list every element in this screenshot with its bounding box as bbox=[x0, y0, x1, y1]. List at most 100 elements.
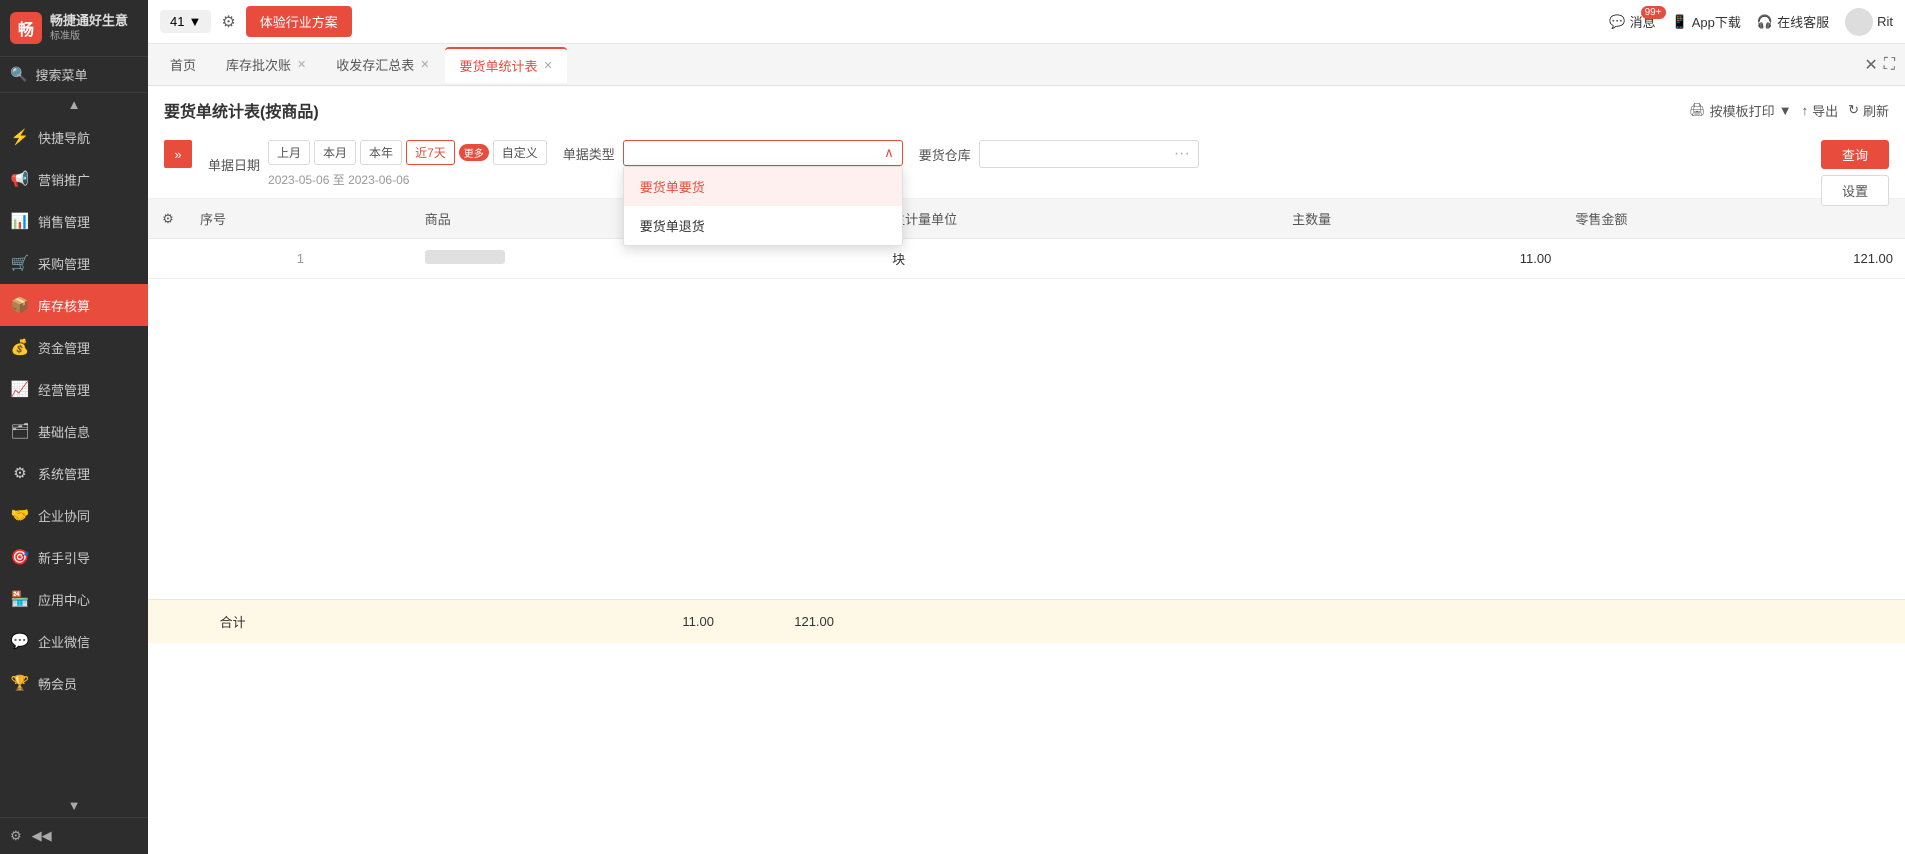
this-month-button[interactable]: 本月 bbox=[314, 140, 356, 165]
sidebar: 畅 畅捷通好生意 标准版 🔍 搜索菜单 ▲ ⚡ 快捷导航 📢 营销推广 📊 销售… bbox=[0, 0, 148, 854]
caigou-icon: 🛒 bbox=[10, 253, 30, 273]
fullscreen-button[interactable]: ⛶ bbox=[1884, 56, 1895, 74]
refresh-icon: ↻ bbox=[1848, 102, 1859, 118]
filter-area: » 单据日期 上月 本月 本年 近7天 更多 自定义 2023-05-06 至 … bbox=[148, 130, 1905, 199]
sidebar-item-kucun[interactable]: 📦 库存核算 bbox=[0, 284, 148, 326]
scroll-up-arrow[interactable]: ▲ bbox=[0, 93, 148, 116]
type-select-box[interactable]: ∧ bbox=[623, 140, 903, 166]
type-filter-group: 单据类型 ∧ 要货单要货 要货单退货 bbox=[563, 140, 903, 166]
filter-expand-button[interactable]: » bbox=[164, 140, 192, 168]
sidebar-item-caigou[interactable]: 🛒 采购管理 bbox=[0, 242, 148, 284]
print-template-button[interactable]: 🖨 按模板打印 ▼ bbox=[1689, 101, 1791, 120]
refresh-button[interactable]: ↻ 刷新 bbox=[1848, 101, 1889, 120]
sidebar-item-qiye[interactable]: 🤝 企业协同 bbox=[0, 494, 148, 536]
filter-action-buttons: 查询 设置 bbox=[1821, 140, 1889, 206]
online-service-label: 在线客服 bbox=[1777, 12, 1829, 31]
sidebar-item-huiyuan[interactable]: 🏆 畅会员 bbox=[0, 662, 148, 704]
table-wrapper: ⚙ 序号 商品 主计量单位 主数量 零售金额 1 bbox=[148, 199, 1905, 279]
chevron-down-icon: ▼ bbox=[188, 14, 201, 29]
kucun-icon: 📦 bbox=[10, 295, 30, 315]
user-avatar-item[interactable]: Rit bbox=[1845, 8, 1893, 36]
export-button[interactable]: ↑ 导出 bbox=[1802, 101, 1839, 120]
close-all-tabs-button[interactable]: ✕ bbox=[1864, 55, 1877, 75]
query-button[interactable]: 查询 bbox=[1821, 140, 1889, 169]
logo-icon: 畅 bbox=[10, 12, 42, 44]
th-settings[interactable]: ⚙ bbox=[148, 199, 188, 239]
trial-button[interactable]: 体验行业方案 bbox=[246, 6, 352, 37]
qiye-label: 企业协同 bbox=[38, 506, 90, 525]
last-month-button[interactable]: 上月 bbox=[268, 140, 310, 165]
app-download-item[interactable]: 📱 App下载 bbox=[1672, 12, 1741, 31]
tab-shouhuo-summary[interactable]: 收发存汇总表 ✕ bbox=[322, 47, 443, 83]
caigou-label: 采购管理 bbox=[38, 254, 90, 273]
dropdown-item-yaohuo-yanhuo[interactable]: 要货单要货 bbox=[624, 167, 902, 206]
message-badge: 99+ bbox=[1641, 6, 1666, 19]
settings-button[interactable]: 设置 bbox=[1821, 175, 1889, 206]
sidebar-item-jichu[interactable]: 🗂 基础信息 bbox=[0, 410, 148, 452]
xitong-icon: ⚙ bbox=[10, 463, 30, 483]
yingxiao-icon: 📢 bbox=[10, 169, 30, 189]
td-quantity: 11.00 bbox=[1280, 239, 1563, 279]
date-range-display: 2023-05-06 至 2023-06-06 bbox=[268, 171, 547, 188]
sidebar-item-xinshou[interactable]: 🎯 新手引导 bbox=[0, 536, 148, 578]
tab-home[interactable]: 首页 bbox=[156, 47, 210, 83]
sidebar-item-zijin[interactable]: 💰 资金管理 bbox=[0, 326, 148, 368]
this-year-button[interactable]: 本年 bbox=[360, 140, 402, 165]
print-template-label: 按模板打印 bbox=[1710, 101, 1775, 120]
sidebar-nav: ⚡ 快捷导航 📢 营销推广 📊 销售管理 🛒 采购管理 📦 库存核算 💰 资金管… bbox=[0, 116, 148, 794]
sidebar-item-jingying[interactable]: 📈 经营管理 bbox=[0, 368, 148, 410]
scroll-down-arrow[interactable]: ▼ bbox=[0, 794, 148, 817]
online-service-item[interactable]: 🎧 在线客服 bbox=[1757, 12, 1829, 31]
th-quantity: 主数量 bbox=[1280, 199, 1563, 239]
td-settings bbox=[148, 239, 188, 279]
warehouse-select-box[interactable]: ··· bbox=[979, 140, 1199, 168]
tab-kucun-batch-close[interactable]: ✕ bbox=[297, 58, 306, 71]
kucun-label: 库存核算 bbox=[38, 296, 90, 315]
tab-kucun-batch-label: 库存批次账 bbox=[226, 55, 291, 74]
summary-amount: 121.00 bbox=[714, 614, 834, 629]
kuaijie-icon: ⚡ bbox=[10, 127, 30, 147]
th-unit: 主计量单位 bbox=[880, 199, 1280, 239]
th-num: 序号 bbox=[188, 199, 413, 239]
custom-date-button[interactable]: 自定义 bbox=[493, 140, 547, 165]
dropdown-item-yaohuo-tuihuo[interactable]: 要货单退货 bbox=[624, 206, 902, 245]
sidebar-item-yingxiao[interactable]: 📢 营销推广 bbox=[0, 158, 148, 200]
date-filter-label: 单据日期 bbox=[208, 155, 260, 174]
xiaoshou-label: 销售管理 bbox=[38, 212, 90, 231]
td-num: 1 bbox=[188, 239, 413, 279]
sidebar-logo: 畅 畅捷通好生意 标准版 bbox=[0, 0, 148, 57]
sidebar-item-xiaoshou[interactable]: 📊 销售管理 bbox=[0, 200, 148, 242]
tab-yaohuo-stat-close[interactable]: ✕ bbox=[544, 59, 553, 72]
footer-settings-icon[interactable]: ⚙ bbox=[10, 828, 22, 844]
search-icon: 🔍 bbox=[10, 66, 27, 83]
sidebar-item-weixin[interactable]: 💬 企业微信 bbox=[0, 620, 148, 662]
sidebar-item-xitong[interactable]: ⚙ 系统管理 bbox=[0, 452, 148, 494]
message-icon: 💬 bbox=[1609, 14, 1625, 30]
store-dropdown[interactable]: 41 ▼ bbox=[160, 10, 211, 33]
header-left: 41 ▼ ⚙ 体验行业方案 bbox=[160, 6, 352, 37]
search-menu[interactable]: 🔍 搜索菜单 bbox=[0, 57, 148, 93]
tab-kucun-batch[interactable]: 库存批次账 ✕ bbox=[212, 47, 320, 83]
warehouse-more-icon[interactable]: ··· bbox=[1174, 145, 1190, 163]
tabs-bar: 首页 库存批次账 ✕ 收发存汇总表 ✕ 要货单统计表 ✕ ✕ ⛶ bbox=[148, 44, 1905, 86]
message-item[interactable]: 💬 消息 99+ bbox=[1609, 12, 1655, 31]
tab-yaohuo-stat[interactable]: 要货单统计表 ✕ bbox=[445, 47, 566, 83]
type-dropdown: 要货单要货 要货单退货 bbox=[623, 166, 903, 246]
top-header: 41 ▼ ⚙ 体验行业方案 💬 消息 99+ 📱 App下载 🎧 在线客服 bbox=[148, 0, 1905, 44]
header-settings-icon[interactable]: ⚙ bbox=[221, 12, 235, 32]
summary-quantity: 11.00 bbox=[584, 614, 714, 629]
sidebar-item-yingyong[interactable]: 🏪 应用中心 bbox=[0, 578, 148, 620]
zijin-icon: 💰 bbox=[10, 337, 30, 357]
table-row: 1 块 11.00 121.00 bbox=[148, 239, 1905, 279]
sidebar-toggle-button[interactable]: ◀◀ bbox=[32, 828, 52, 844]
summary-row: 合计 11.00 121.00 bbox=[148, 599, 1905, 643]
date-filter-group: 单据日期 上月 本月 本年 近7天 更多 自定义 2023-05-06 至 20… bbox=[208, 140, 547, 188]
printer-icon: 🖨 bbox=[1689, 102, 1706, 118]
tab-shouhuo-summary-close[interactable]: ✕ bbox=[420, 58, 429, 71]
app-name: 畅捷通好生意 bbox=[50, 13, 128, 30]
yingyong-label: 应用中心 bbox=[38, 590, 90, 609]
sidebar-item-kuaijie[interactable]: ⚡ 快捷导航 bbox=[0, 116, 148, 158]
last-7-days-button[interactable]: 近7天 bbox=[406, 140, 455, 165]
header-right: 💬 消息 99+ 📱 App下载 🎧 在线客服 Rit bbox=[1609, 8, 1893, 36]
app-download-label: App下载 bbox=[1692, 12, 1741, 31]
